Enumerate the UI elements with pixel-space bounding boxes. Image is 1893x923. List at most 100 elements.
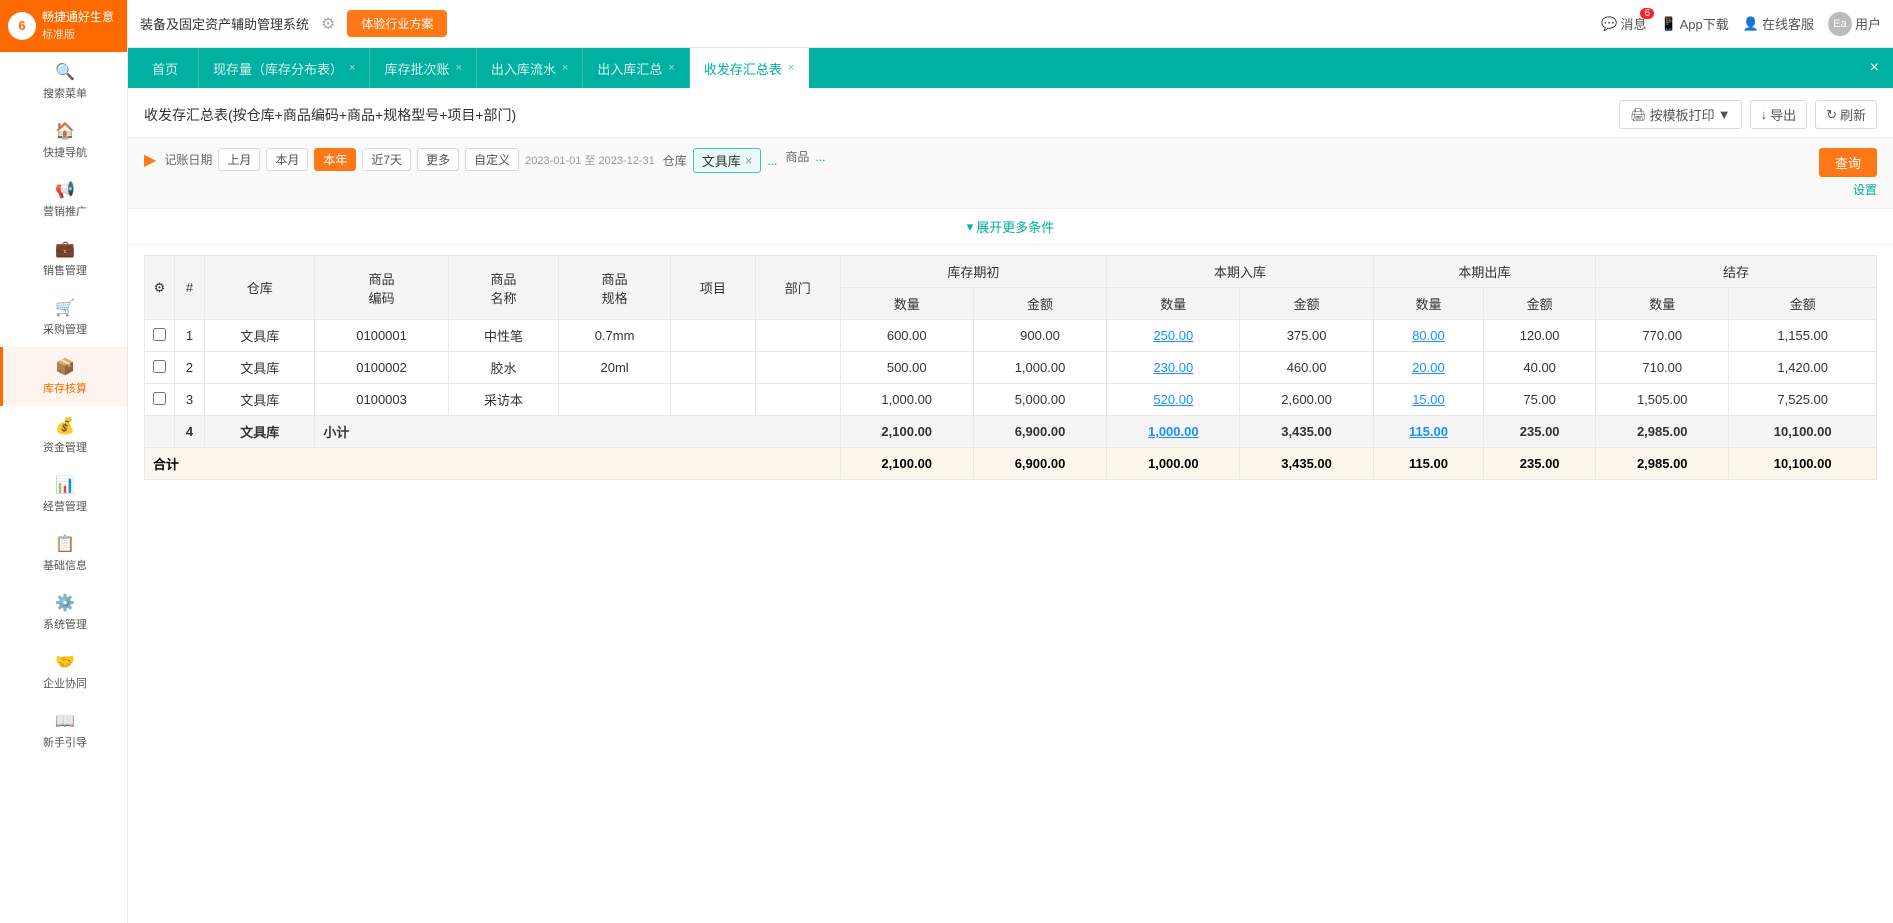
message-btn[interactable]: 💬 消息 6 <box>1601 14 1646 33</box>
date-btn-last-month[interactable]: 上月 <box>218 148 260 171</box>
row-check[interactable] <box>145 320 175 352</box>
sub-init-qty: 数量 <box>840 288 973 320</box>
sidebar-nav: 🔍 搜索菜单 🏠 快捷导航 📢 营销推广 💼 销售管理 🛒 采购管理 📦 库存核… <box>0 52 127 923</box>
sidebar-header: 6 畅捷通好生意 标准版 <box>0 0 127 52</box>
row-check[interactable] <box>145 384 175 416</box>
date-filter-group: 记账日期 上月 本月 本年 近7天 更多 自定义 2023-01-01 至 20… <box>164 148 654 171</box>
tab-inout-summary[interactable]: 出入库汇总 × <box>583 48 689 88</box>
row-init-qty: 1,000.00 <box>840 384 973 416</box>
sidebar-item-finance[interactable]: 💰 资金管理 <box>0 406 127 465</box>
tab-home[interactable]: 首页 <box>132 48 199 88</box>
row-in-qty[interactable]: 230.00 <box>1107 352 1240 384</box>
sidebar-item-operation[interactable]: 📊 经营管理 <box>0 465 127 524</box>
sidebar-item-system[interactable]: ⚙️ 系统管理 <box>0 583 127 642</box>
refresh-btn[interactable]: ↻ 刷新 <box>1815 100 1877 129</box>
warehouse-tag-remove[interactable]: × <box>745 153 753 168</box>
tab-inventory-dist-close[interactable]: × <box>349 62 355 74</box>
col-settings[interactable]: ⚙ <box>145 256 175 320</box>
gear-icon[interactable]: ⚙ <box>321 14 335 34</box>
row-code: 0100003 <box>315 384 448 416</box>
tab-receive-summary-close[interactable]: × <box>788 62 794 74</box>
row-name: 胶水 <box>448 352 558 384</box>
sales-icon: 💼 <box>55 239 75 259</box>
date-btn-this-year[interactable]: 本年 <box>314 148 356 171</box>
row-project <box>671 320 756 352</box>
total-row: 合计 2,100.00 6,900.00 1,000.00 3,435.00 1… <box>145 448 1877 480</box>
table-row: 3 文具库 0100003 采访本 1,000.00 5,000.00 520.… <box>145 384 1877 416</box>
tab-inventory-dist[interactable]: 现存量（库存分布表） × <box>199 48 370 88</box>
date-btn-7days[interactable]: 近7天 <box>362 148 411 171</box>
date-range-display: 2023-01-01 至 2023-12-31 <box>525 152 655 168</box>
tab-inout-summary-close[interactable]: × <box>668 62 674 74</box>
row-name: 采访本 <box>448 384 558 416</box>
system-icon: ⚙️ <box>55 593 75 613</box>
warehouse-tag[interactable]: 文具库 × <box>693 148 762 173</box>
sidebar-item-guide[interactable]: 📖 新手引导 <box>0 701 127 760</box>
query-btn[interactable]: 查询 <box>1819 148 1877 177</box>
row-bal-qty: 710.00 <box>1596 352 1729 384</box>
row-init-amt: 900.00 <box>973 320 1106 352</box>
tab-inout-flow-label: 出入库流水 <box>491 59 556 78</box>
tab-receive-summary[interactable]: 收发存汇总表 × <box>690 48 809 88</box>
tabs-close-all[interactable]: × <box>1860 59 1889 77</box>
data-table: ⚙ # 仓库 商品编码 商品名称 商品规格 项目 部门 库存期初 本期入库 本期… <box>144 255 1877 480</box>
warehouse-filter-label: 仓库 <box>663 152 687 169</box>
sidebar-item-sales[interactable]: 💼 销售管理 <box>0 229 127 288</box>
sidebar-label-guide: 新手引导 <box>43 734 87 750</box>
date-btn-this-month[interactable]: 本月 <box>266 148 308 171</box>
app-download-btn[interactable]: 📱 App下载 <box>1660 14 1728 33</box>
row-warehouse: 文具库 <box>205 352 315 384</box>
tab-batch-accounts-close[interactable]: × <box>455 62 461 74</box>
online-service-btn[interactable]: 👤 在线客服 <box>1743 14 1814 33</box>
row-out-qty[interactable]: 15.00 <box>1373 384 1483 416</box>
tab-inout-flow[interactable]: 出入库流水 × <box>477 48 583 88</box>
row-in-amt: 460.00 <box>1240 352 1373 384</box>
row-out-qty[interactable]: 20.00 <box>1373 352 1483 384</box>
sidebar-item-quick[interactable]: 🏠 快捷导航 <box>0 111 127 170</box>
content-area: 收发存汇总表(按仓库+商品编码+商品+规格型号+项目+部门) 🖨 按模板打印 ▼… <box>128 88 1893 923</box>
subtotal-bal-qty: 2,985.00 <box>1596 416 1729 448</box>
user-menu[interactable]: Ea 用户 <box>1828 12 1881 36</box>
warehouse-more-btn[interactable]: ... <box>767 154 777 168</box>
sidebar-item-marketing[interactable]: 📢 营销推广 <box>0 170 127 229</box>
message-icon: 💬 <box>1601 16 1617 32</box>
settings-link[interactable]: 设置 <box>1853 181 1877 198</box>
sidebar-label-basic: 基础信息 <box>43 557 87 573</box>
filter-bar: ▶ 记账日期 上月 本月 本年 近7天 更多 自定义 2023-01-01 至 … <box>128 138 1893 209</box>
row-check[interactable] <box>145 352 175 384</box>
export-btn[interactable]: ↓ 导出 <box>1750 100 1808 129</box>
sidebar-item-collab[interactable]: 🤝 企业协同 <box>0 642 127 701</box>
row-in-qty[interactable]: 520.00 <box>1107 384 1240 416</box>
row-init-amt: 1,000.00 <box>973 352 1106 384</box>
table-area: ⚙ # 仓库 商品编码 商品名称 商品规格 项目 部门 库存期初 本期入库 本期… <box>128 245 1893 923</box>
table-settings-icon[interactable]: ⚙ <box>154 280 166 295</box>
col-warehouse: 仓库 <box>205 256 315 320</box>
expand-conditions-btn[interactable]: ▾ 展开更多条件 <box>963 213 1059 240</box>
subtotal-init-amt: 6,900.00 <box>973 416 1106 448</box>
sidebar-item-purchase[interactable]: 🛒 采购管理 <box>0 288 127 347</box>
subtotal-out-qty[interactable]: 115.00 <box>1373 416 1483 448</box>
total-label: 合计 <box>145 448 841 480</box>
tab-batch-accounts[interactable]: 库存批次账 × <box>370 48 476 88</box>
sidebar-item-search[interactable]: 🔍 搜索菜单 <box>0 52 127 111</box>
row-spec: 0.7mm <box>559 320 671 352</box>
sidebar-item-basic[interactable]: 📋 基础信息 <box>0 524 127 583</box>
row-in-qty[interactable]: 250.00 <box>1107 320 1240 352</box>
basic-icon: 📋 <box>55 534 75 554</box>
home-icon: 🏠 <box>55 121 75 141</box>
subtotal-in-qty[interactable]: 1,000.00 <box>1107 416 1240 448</box>
tab-inout-flow-close[interactable]: × <box>562 62 568 74</box>
row-no: 2 <box>175 352 205 384</box>
filter-collapse-btn[interactable]: ▶ <box>144 150 156 170</box>
date-btn-more[interactable]: 更多 <box>417 148 459 171</box>
expand-row: ▾ 展开更多条件 <box>128 209 1893 245</box>
trial-button[interactable]: 体验行业方案 <box>347 10 447 37</box>
row-out-amt: 40.00 <box>1484 352 1596 384</box>
date-btn-custom[interactable]: 自定义 <box>465 148 519 171</box>
row-out-qty[interactable]: 80.00 <box>1373 320 1483 352</box>
goods-more-btn[interactable]: ... <box>815 150 825 164</box>
print-btn[interactable]: 🖨 按模板打印 ▼ <box>1619 100 1741 129</box>
sidebar-item-inventory[interactable]: 📦 库存核算 <box>0 347 127 406</box>
message-badge: 6 <box>1640 8 1654 19</box>
marketing-icon: 📢 <box>55 180 75 200</box>
